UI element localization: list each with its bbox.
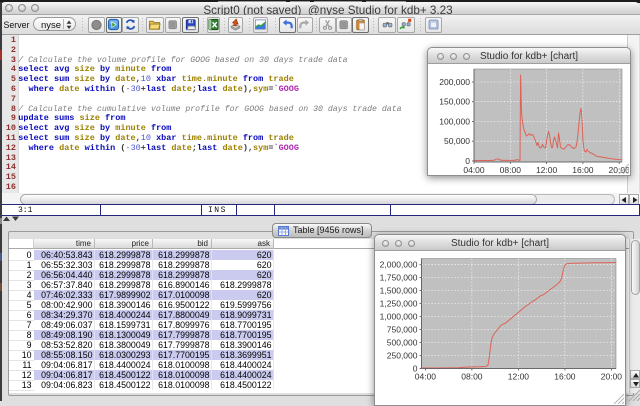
svg-text:1,750,000: 1,750,000 — [380, 273, 418, 283]
svg-text:2,000,000: 2,000,000 — [380, 260, 418, 270]
svg-text:1,500,000: 1,500,000 — [380, 286, 418, 296]
svg-text:12:00: 12:00 — [508, 372, 530, 382]
svg-text:04:00: 04:00 — [415, 372, 437, 382]
svg-text:250,000: 250,000 — [387, 350, 418, 360]
svg-text:1,250,000: 1,250,000 — [380, 299, 418, 309]
svg-text:08:00: 08:00 — [461, 372, 483, 382]
svg-text:16:00: 16:00 — [572, 165, 594, 175]
svg-text:20:00: 20:00 — [601, 372, 623, 382]
svg-text:750,000: 750,000 — [387, 325, 418, 335]
svg-text:50,000: 50,000 — [444, 136, 470, 146]
svg-text:08:00: 08:00 — [500, 165, 522, 175]
svg-text:150,000: 150,000 — [439, 97, 470, 107]
svg-text:12:00: 12:00 — [536, 165, 558, 175]
svg-text:200,000: 200,000 — [439, 77, 470, 87]
svg-text:04:00: 04:00 — [463, 165, 485, 175]
svg-text:100,000: 100,000 — [439, 117, 470, 127]
svg-text:500,000: 500,000 — [387, 338, 418, 348]
svg-text:16:00: 16:00 — [554, 372, 576, 382]
svg-text:1,000,000: 1,000,000 — [380, 312, 418, 322]
